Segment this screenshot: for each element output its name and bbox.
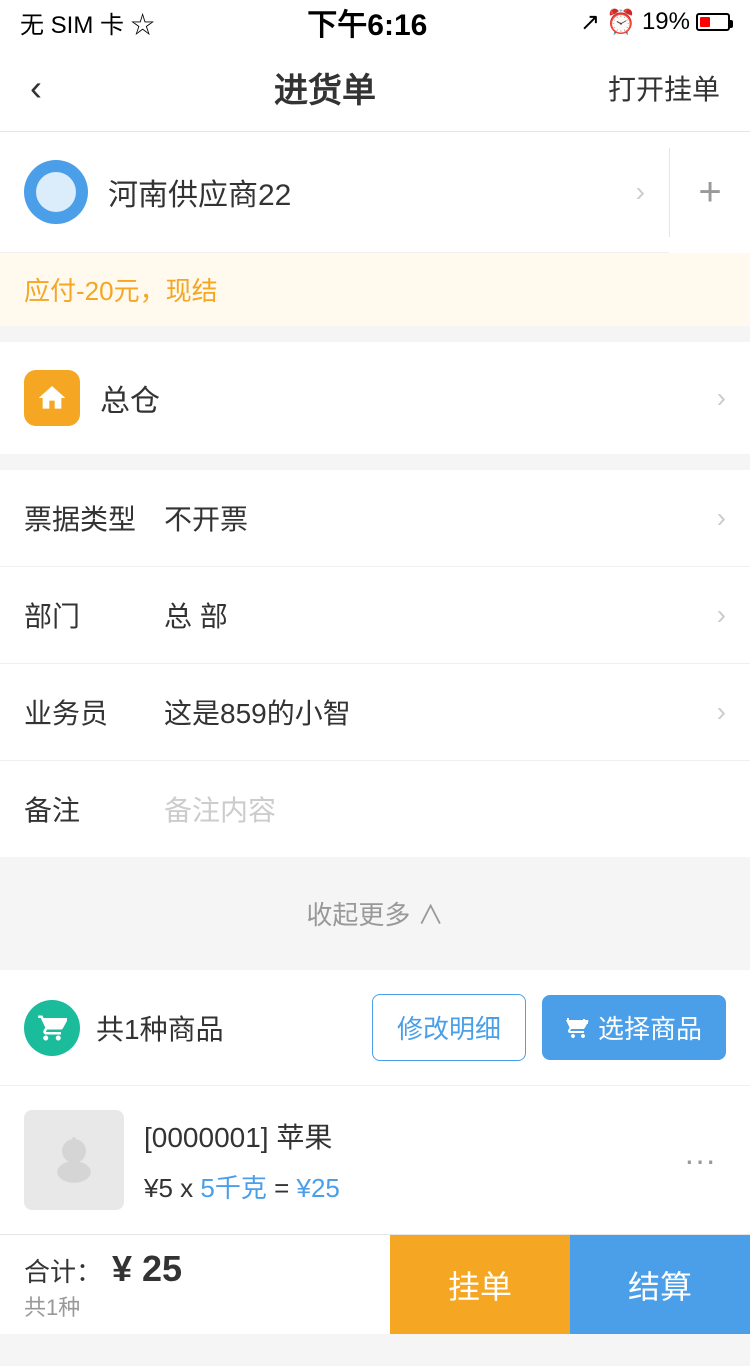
supplier-row[interactable]: 河南供应商22 ›	[0, 132, 669, 253]
department-chevron-icon: ›	[717, 599, 726, 631]
back-button[interactable]: ‹	[30, 67, 42, 109]
status-time: 下午6:16	[307, 0, 427, 44]
select-product-label: 选择商品	[598, 1009, 702, 1046]
total-amount: ¥ 25	[112, 1248, 182, 1290]
department-label: 部门	[24, 595, 164, 635]
bottom-bar: 合计： ¥ 25 共1种 挂单 结算	[0, 1234, 750, 1334]
total-amount-line: 合计： ¥ 25	[24, 1248, 366, 1290]
edit-detail-button[interactable]: 修改明细	[372, 994, 526, 1061]
status-bar: 无 SIM 卡 ☆ 下午6:16 ↗ ⏰ 19%	[0, 0, 750, 44]
location-icon: ↗	[580, 8, 600, 37]
total-label: 合计：	[24, 1252, 102, 1289]
remark-row[interactable]: 备注 备注内容	[0, 761, 750, 857]
select-product-button[interactable]: 选择商品	[542, 995, 726, 1060]
product-thumbnail	[24, 1110, 124, 1210]
warehouse-label: 总仓	[100, 376, 717, 420]
product-price: ¥5 x 5千克 = ¥25	[144, 1168, 674, 1205]
checkout-button[interactable]: 结算	[570, 1235, 750, 1334]
nav-bar: ‹ 进货单 打开挂单	[0, 44, 750, 132]
department-row[interactable]: 部门 总 部 ›	[0, 567, 750, 664]
supplier-avatar	[24, 160, 88, 224]
salesperson-chevron-icon: ›	[717, 696, 726, 728]
warehouse-icon	[24, 370, 80, 426]
invoice-chevron-icon: ›	[717, 502, 726, 534]
salesperson-value: 这是859的小智	[164, 692, 717, 732]
supplier-chevron-icon: ›	[636, 176, 645, 208]
invoice-type-label: 票据类型	[24, 498, 164, 538]
total-section: 合计： ¥ 25 共1种	[0, 1235, 390, 1334]
form-section: 票据类型 不开票 › 部门 总 部 › 业务员 这是859的小智 › 备注 备注…	[0, 470, 750, 857]
add-supplier-button[interactable]: +	[670, 132, 750, 253]
remark-value: 备注内容	[164, 789, 726, 829]
status-left: 无 SIM 卡 ☆	[20, 5, 155, 40]
payment-notice: 应付-20元，现结	[0, 253, 750, 326]
product-header: 共1种商品 修改明细 选择商品	[0, 970, 750, 1086]
collapse-toggle[interactable]: 收起更多 ∧	[0, 873, 750, 954]
product-item: [0000001] 苹果 ¥5 x 5千克 = ¥25 ···	[0, 1086, 750, 1234]
salesperson-label: 业务员	[24, 692, 164, 732]
open-hang-button[interactable]: 打开挂单	[608, 68, 720, 108]
page-title: 进货单	[274, 63, 376, 112]
product-details: [0000001] 苹果 ¥5 x 5千克 = ¥25	[144, 1116, 674, 1205]
supplier-name: 河南供应商22	[108, 170, 636, 214]
invoice-type-value: 不开票	[164, 498, 717, 538]
salesperson-row[interactable]: 业务员 这是859的小智 ›	[0, 664, 750, 761]
product-more-button[interactable]: ···	[674, 1132, 726, 1189]
sim-status: 无 SIM 卡 ☆	[20, 5, 155, 40]
total-count: 共1种	[24, 1290, 366, 1322]
product-section: 共1种商品 修改明细 选择商品 [0000001] 苹果 ¥5 x 5千克 = …	[0, 970, 750, 1234]
invoice-type-row[interactable]: 票据类型 不开票 ›	[0, 470, 750, 567]
remark-label: 备注	[24, 789, 164, 829]
supplier-section: 河南供应商22 › +	[0, 132, 750, 253]
product-name: [0000001] 苹果	[144, 1116, 674, 1156]
product-icon	[24, 1000, 80, 1056]
alarm-icon: ⏰	[606, 8, 636, 37]
product-count: 共1种商品	[96, 1008, 372, 1048]
battery-level: 19%	[642, 8, 690, 36]
battery-icon	[696, 13, 730, 31]
hang-button[interactable]: 挂单	[390, 1235, 570, 1334]
department-value: 总 部	[164, 595, 717, 635]
status-right: ↗ ⏰ 19%	[580, 8, 730, 37]
warehouse-chevron-icon: ›	[717, 382, 726, 414]
warehouse-row[interactable]: 总仓 ›	[0, 342, 750, 454]
warehouse-section: 总仓 ›	[0, 342, 750, 454]
